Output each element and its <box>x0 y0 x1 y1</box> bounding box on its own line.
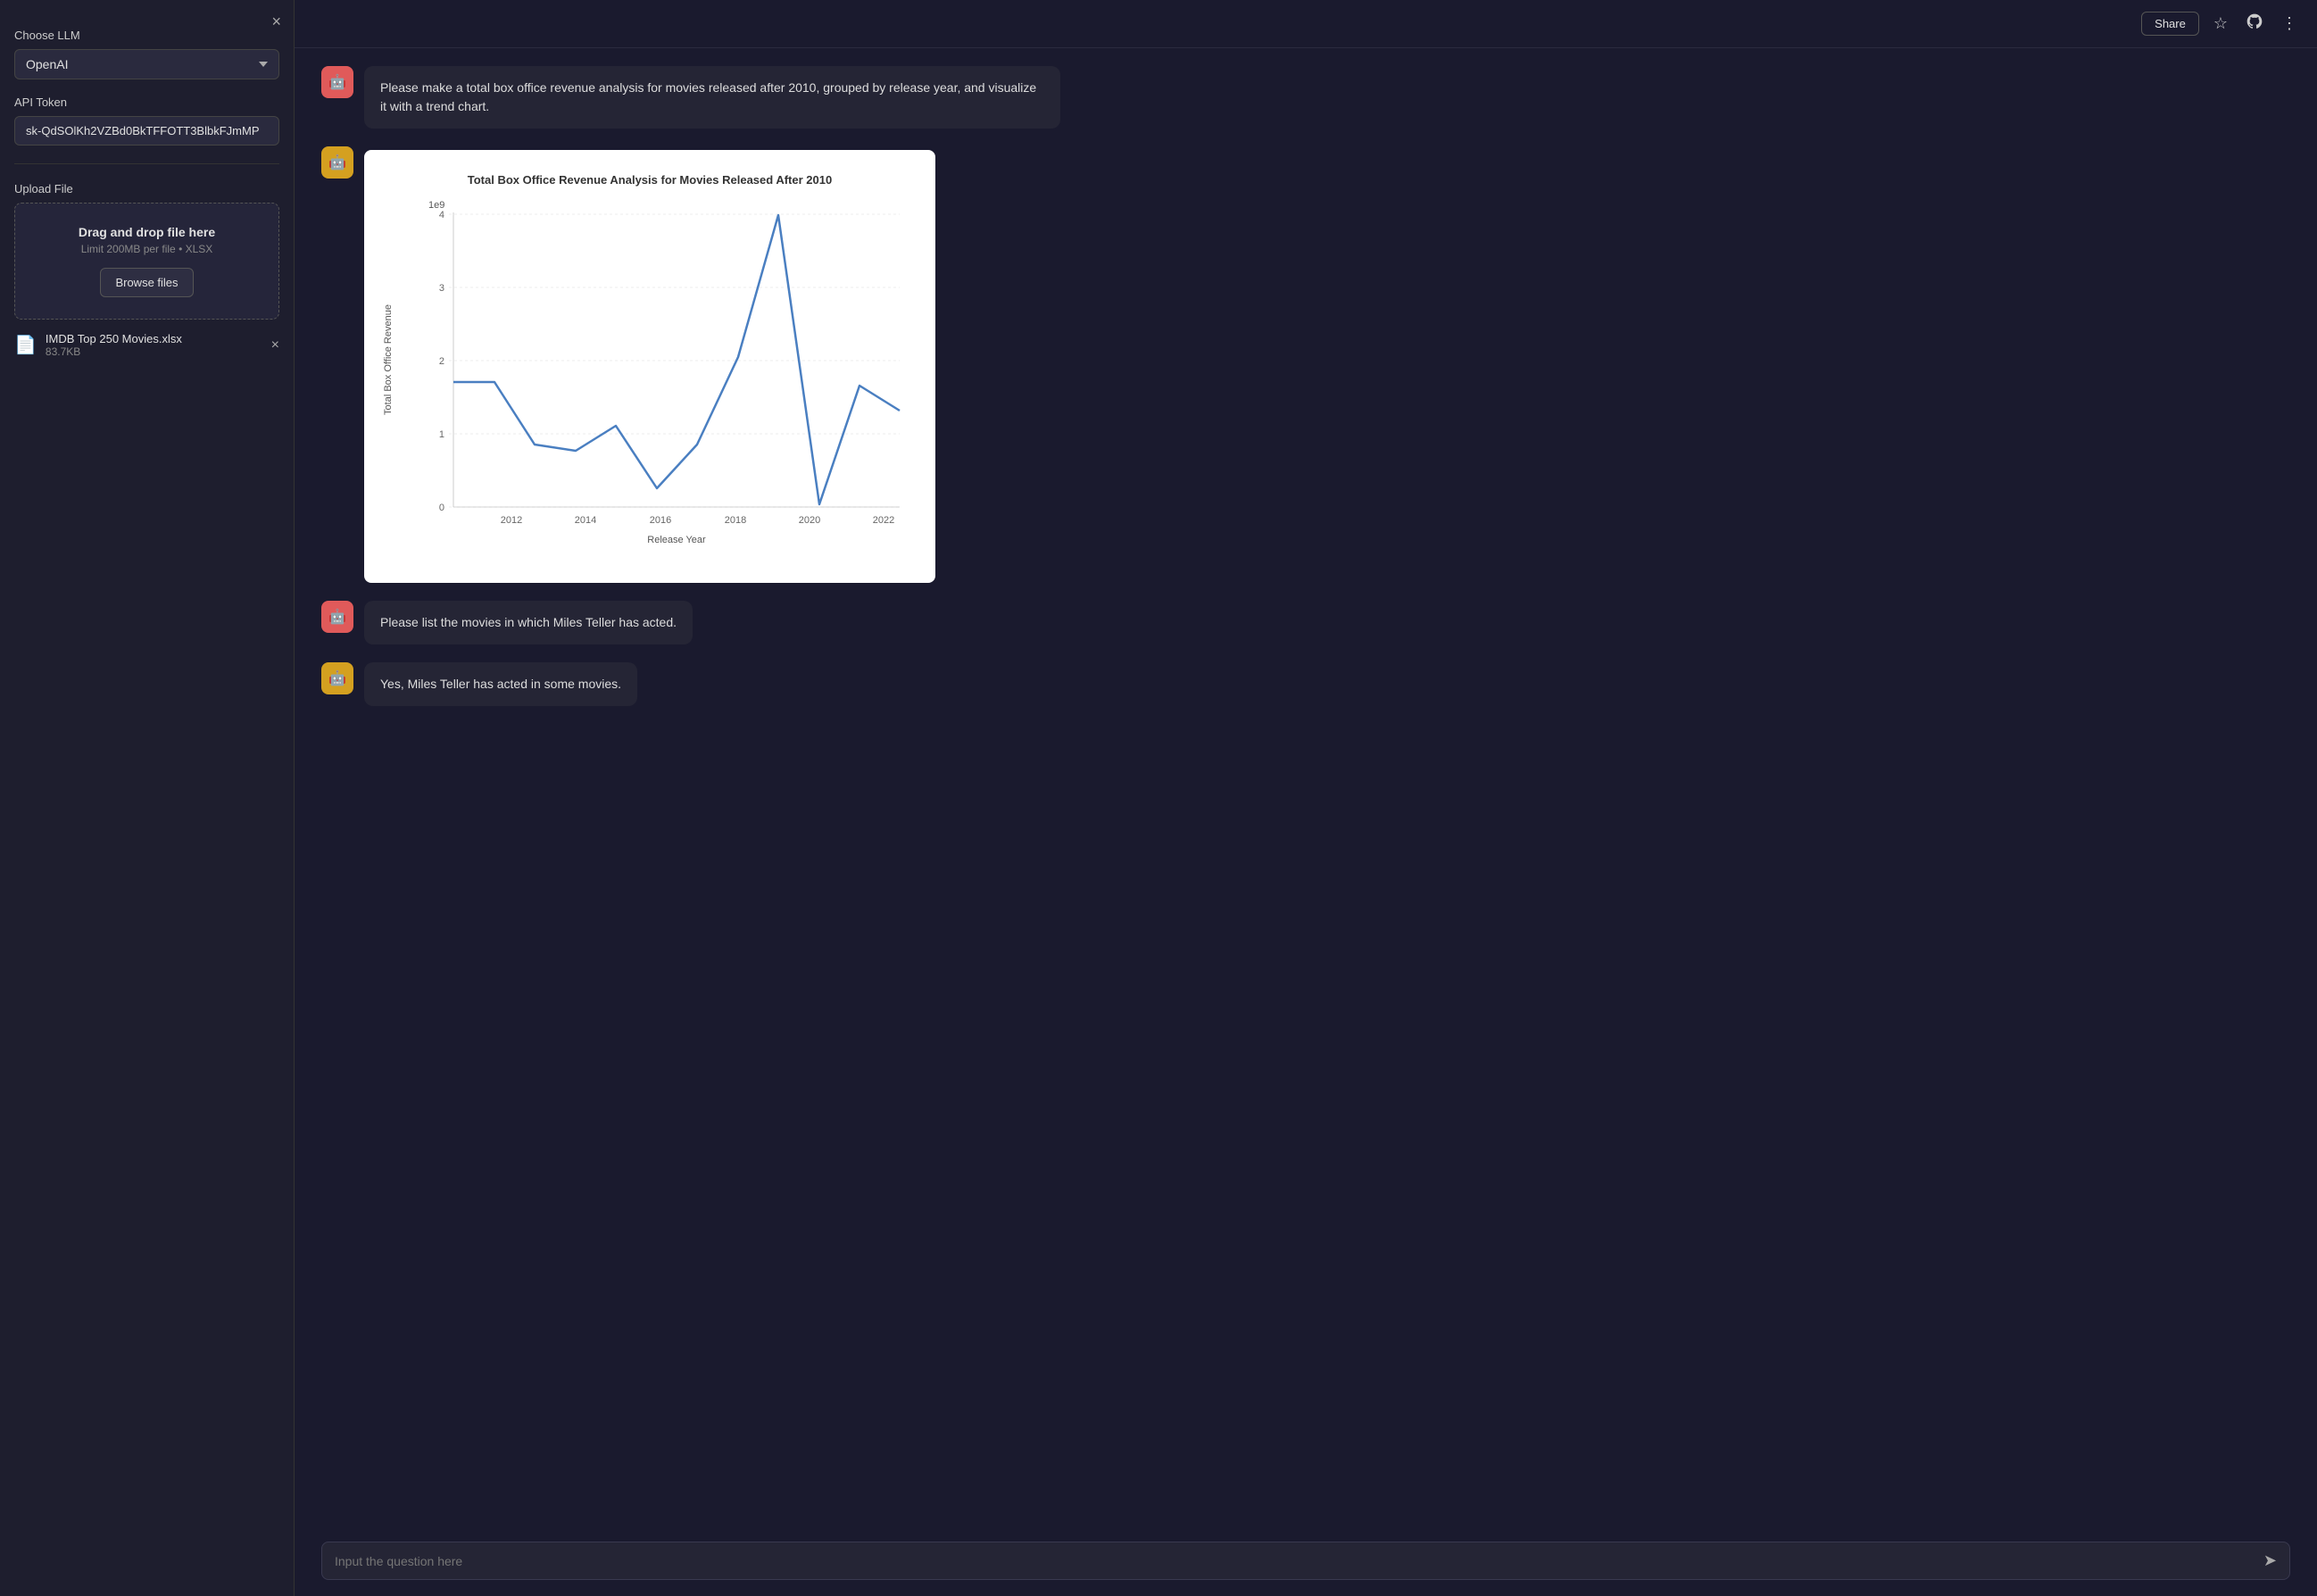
file-info: IMDB Top 250 Movies.xlsx 83.7KB <box>46 332 262 358</box>
message-bubble-1: Please make a total box office revenue a… <box>364 66 1060 129</box>
sidebar-close-button[interactable]: × <box>271 12 281 31</box>
svg-text:2014: 2014 <box>575 515 596 526</box>
svg-text:Release Year: Release Year <box>647 535 706 545</box>
input-area: ➤ <box>295 1529 2317 1596</box>
chart-title: Total Box Office Revenue Analysis for Mo… <box>468 173 832 187</box>
file-item: 📄 IMDB Top 250 Movies.xlsx 83.7KB × <box>14 332 279 358</box>
file-remove-button[interactable]: × <box>271 337 279 353</box>
message-2: 🤖 Total Box Office Revenue Analysis for … <box>321 146 2290 583</box>
api-token-label: API Token <box>14 96 279 109</box>
main-content: Share ☆ ⋮ 🤖 Please make a total box offi… <box>295 0 2317 1596</box>
svg-text:2022: 2022 <box>873 515 894 526</box>
svg-text:3: 3 <box>439 283 444 294</box>
file-size: 83.7KB <box>46 345 262 358</box>
svg-text:2: 2 <box>439 356 444 367</box>
llm-section-label: Choose LLM <box>14 29 279 42</box>
upload-zone-title: Drag and drop file here <box>29 225 264 239</box>
message-bubble-3: Please list the movies in which Miles Te… <box>364 601 693 644</box>
chart-svg: Total Box Office Revenue Analysis for Mo… <box>373 159 926 569</box>
message-3: 🤖 Please list the movies in which Miles … <box>321 601 2290 644</box>
message-bubble-4: Yes, Miles Teller has acted in some movi… <box>364 662 637 706</box>
llm-select[interactable]: OpenAIAnthropicGemini <box>14 49 279 79</box>
chat-input[interactable] <box>335 1554 2255 1568</box>
user-avatar-1: 🤖 <box>321 66 353 98</box>
send-button[interactable]: ➤ <box>2263 1551 2277 1570</box>
api-token-input[interactable] <box>14 116 279 145</box>
message-4: 🤖 Yes, Miles Teller has acted in some mo… <box>321 662 2290 706</box>
bot-avatar-1: 🤖 <box>321 146 353 179</box>
file-name: IMDB Top 250 Movies.xlsx <box>46 332 262 345</box>
svg-text:0: 0 <box>439 503 444 513</box>
upload-zone[interactable]: Drag and drop file here Limit 200MB per … <box>14 203 279 320</box>
header: Share ☆ ⋮ <box>295 0 2317 48</box>
messages-container: 🤖 Please make a total box office revenue… <box>295 48 2317 1529</box>
input-wrapper: ➤ <box>321 1542 2290 1580</box>
svg-text:Total Box Office Revenue: Total Box Office Revenue <box>383 304 394 415</box>
github-button[interactable] <box>2242 9 2267 38</box>
chart-line <box>453 215 900 504</box>
svg-text:4: 4 <box>439 210 444 220</box>
message-1: 🤖 Please make a total box office revenue… <box>321 66 2290 129</box>
upload-section-label: Upload File <box>14 182 279 195</box>
svg-text:2016: 2016 <box>650 515 671 526</box>
browse-files-button[interactable]: Browse files <box>100 268 193 297</box>
svg-text:1: 1 <box>439 429 444 440</box>
chart-container: Total Box Office Revenue Analysis for Mo… <box>364 150 935 583</box>
share-button[interactable]: Share <box>2141 12 2199 36</box>
user-avatar-2: 🤖 <box>321 601 353 633</box>
svg-text:2012: 2012 <box>501 515 522 526</box>
bot-avatar-2: 🤖 <box>321 662 353 694</box>
svg-text:2020: 2020 <box>799 515 820 526</box>
file-icon: 📄 <box>14 334 37 356</box>
divider <box>14 163 279 164</box>
star-button[interactable]: ☆ <box>2210 11 2231 37</box>
upload-zone-subtitle: Limit 200MB per file • XLSX <box>29 243 264 255</box>
sidebar: × Choose LLM OpenAIAnthropicGemini API T… <box>0 0 295 1596</box>
svg-text:2018: 2018 <box>725 515 746 526</box>
more-options-button[interactable]: ⋮ <box>2278 11 2301 37</box>
